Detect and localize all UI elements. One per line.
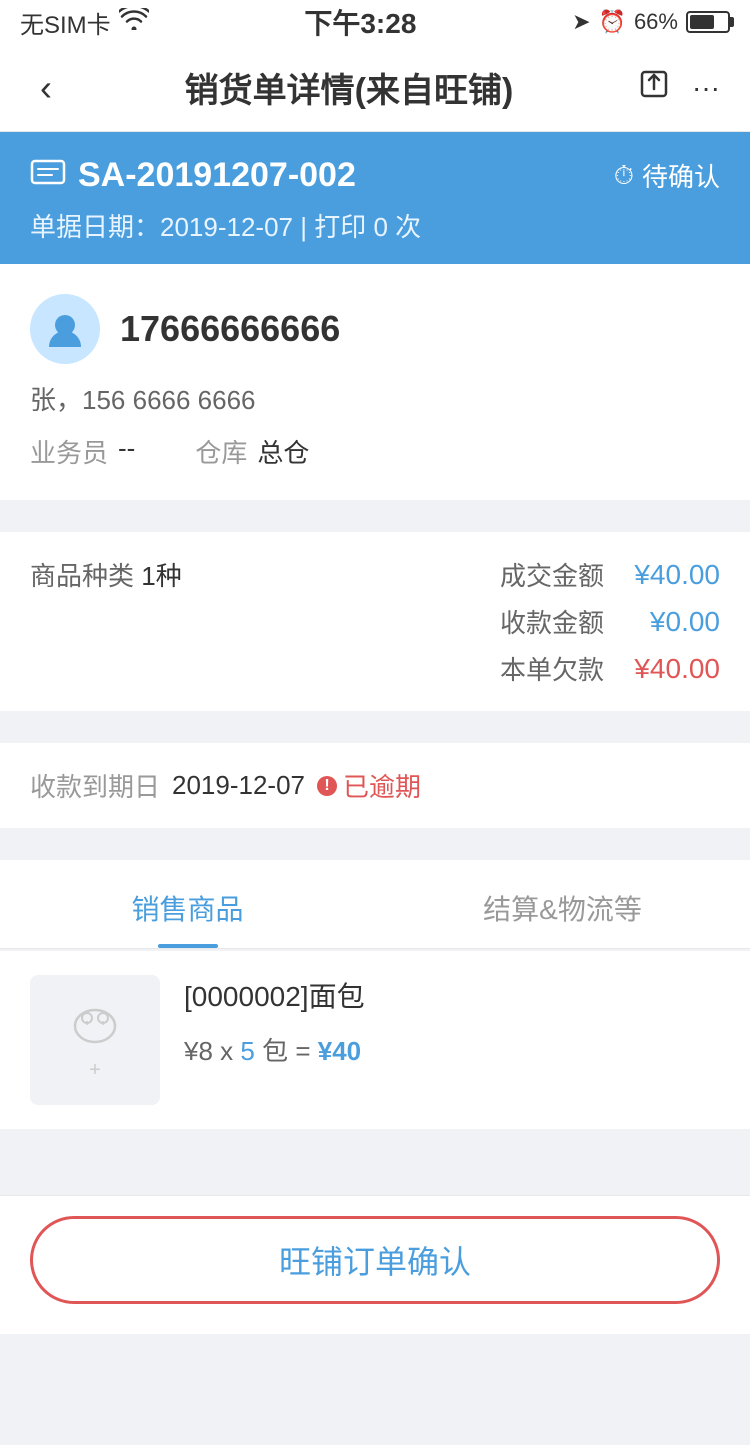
product-unit: 包 [262,1036,288,1066]
print-count: 0 [373,212,387,242]
goods-type-label: 商品种类 [30,561,134,591]
tab-sales-goods[interactable]: 销售商品 [0,860,375,948]
order-status: ⏱ 待确认 [614,157,720,194]
date-label: 单据日期： [30,212,160,242]
product-equals: = [295,1036,317,1066]
owed-value: ¥40.00 [620,653,720,685]
goods-type-value: 1种 [141,561,181,591]
salesperson-value: -- [118,433,135,470]
order-id: SA-20191207-002 [78,156,356,195]
customer-top: 17666666666 [30,294,720,364]
product-multiply: x [220,1036,240,1066]
tab-settlement-label: 结算&物流等 [483,894,642,925]
due-date-label: 收款到期日 [30,767,160,804]
overdue-badge: ! 已逾期 [317,767,421,804]
order-header: SA-20191207-002 ⏱ 待确认 单据日期：2019-12-07 | … [0,132,750,264]
product-unit-price: ¥8 [184,1036,213,1066]
product-code: [0000002] [184,981,309,1012]
divider-2 [0,727,750,743]
order-date-line: 单据日期：2019-12-07 | 打印 0 次 [30,207,720,244]
product-item: + [0000002]面包 ¥8 x 5 包 = ¥40 [30,975,720,1105]
warehouse-item: 仓库 总仓 [195,433,309,470]
nav-bar: ‹ 销货单详情(来自旺铺) ··· [0,44,750,132]
more-icon[interactable]: ··· [692,72,720,104]
amounts-left: 商品种类 1种 [30,556,182,593]
amounts-right: 成交金额 ¥40.00 收款金额 ¥0.00 本单欠款 ¥40.00 [500,556,720,687]
status-bar-right: ➤ ⏰ 66% [572,9,730,35]
nav-actions: ··· [636,66,720,109]
print-label: | 打印 [300,212,366,242]
battery-percent: 66% [634,9,678,35]
product-section: + [0000002]面包 ¥8 x 5 包 = ¥40 [0,951,750,1129]
location-icon: ➤ [572,9,590,35]
tabs-section: 销售商品 结算&物流等 [0,860,750,949]
print-unit: 次 [395,212,421,242]
customer-info: 张，156 6666 6666 [30,380,720,417]
amounts-section: 商品种类 1种 成交金额 ¥40.00 收款金额 ¥0.00 本单欠款 ¥40.… [0,532,750,711]
carrier-text: 无SIM卡 [20,5,111,40]
order-date: 2019-12-07 [160,212,293,242]
divider-3 [0,844,750,860]
due-date-value: 2019-12-07 [172,770,305,801]
deal-amount-value: ¥40.00 [620,559,720,591]
product-thumbnail: + [30,975,160,1105]
share-icon[interactable] [636,66,672,109]
status-bar-time: 下午3:28 [304,2,416,42]
battery-icon [686,11,730,33]
owed-amount-item: 本单欠款 ¥40.00 [500,650,720,687]
status-bar: 无SIM卡 下午3:28 ➤ ⏰ 66% [0,0,750,44]
product-name: [0000002]面包 [184,975,720,1015]
received-value: ¥0.00 [620,606,720,638]
received-amount-item: 收款金额 ¥0.00 [500,603,720,640]
warehouse-value: 总仓 [257,433,309,470]
due-date-section: 收款到期日 2019-12-07 ! 已逾期 [0,743,750,828]
divider-1 [0,516,750,532]
product-info: [0000002]面包 ¥8 x 5 包 = ¥40 [184,975,720,1068]
order-id-section: SA-20191207-002 [30,156,356,195]
product-quantity: 5 [240,1036,254,1066]
deal-amount-label: 成交金额 [500,556,604,593]
status-text: 待确认 [642,157,720,194]
product-thumb-icon [65,998,125,1055]
salesperson-label: 业务员 [30,433,108,470]
tabs-row: 销售商品 结算&物流等 [0,860,750,948]
alarm-icon: ⏰ [599,9,626,35]
salesperson-item: 业务员 -- [30,433,135,470]
product-title: 面包 [309,981,365,1012]
status-bar-left: 无SIM卡 [20,5,149,40]
tab-settlement[interactable]: 结算&物流等 [375,860,750,948]
overdue-text: 已逾期 [343,767,421,804]
product-thumb-plus: + [89,1059,101,1082]
product-total: ¥40 [318,1036,361,1066]
amounts-row: 商品种类 1种 成交金额 ¥40.00 收款金额 ¥0.00 本单欠款 ¥40.… [30,556,720,687]
back-button[interactable]: ‹ [30,57,62,119]
customer-extra: 业务员 -- 仓库 总仓 [30,433,720,470]
customer-phone: 17666666666 [120,308,340,350]
battery-fill [690,15,714,29]
page-title: 销货单详情(来自旺铺) [185,63,514,112]
tab-sales-goods-label: 销售商品 [131,894,243,925]
owed-label: 本单欠款 [500,650,604,687]
received-label: 收款金额 [500,603,604,640]
order-icon [30,157,66,195]
overdue-dot-icon: ! [317,776,337,796]
bottom-bar: 旺铺订单确认 [0,1195,750,1334]
warehouse-label: 仓库 [195,433,247,470]
customer-section: 17666666666 张，156 6666 6666 业务员 -- 仓库 总仓 [0,264,750,500]
wifi-icon [119,8,149,37]
deal-amount-item: 成交金额 ¥40.00 [500,556,720,593]
confirm-button[interactable]: 旺铺订单确认 [30,1216,720,1304]
status-clock-icon: ⏱ [614,160,634,192]
confirm-button-label: 旺铺订单确认 [279,1237,471,1283]
order-header-top: SA-20191207-002 ⏱ 待确认 [30,156,720,195]
avatar [30,294,100,364]
product-price: ¥8 x 5 包 = ¥40 [184,1031,720,1068]
